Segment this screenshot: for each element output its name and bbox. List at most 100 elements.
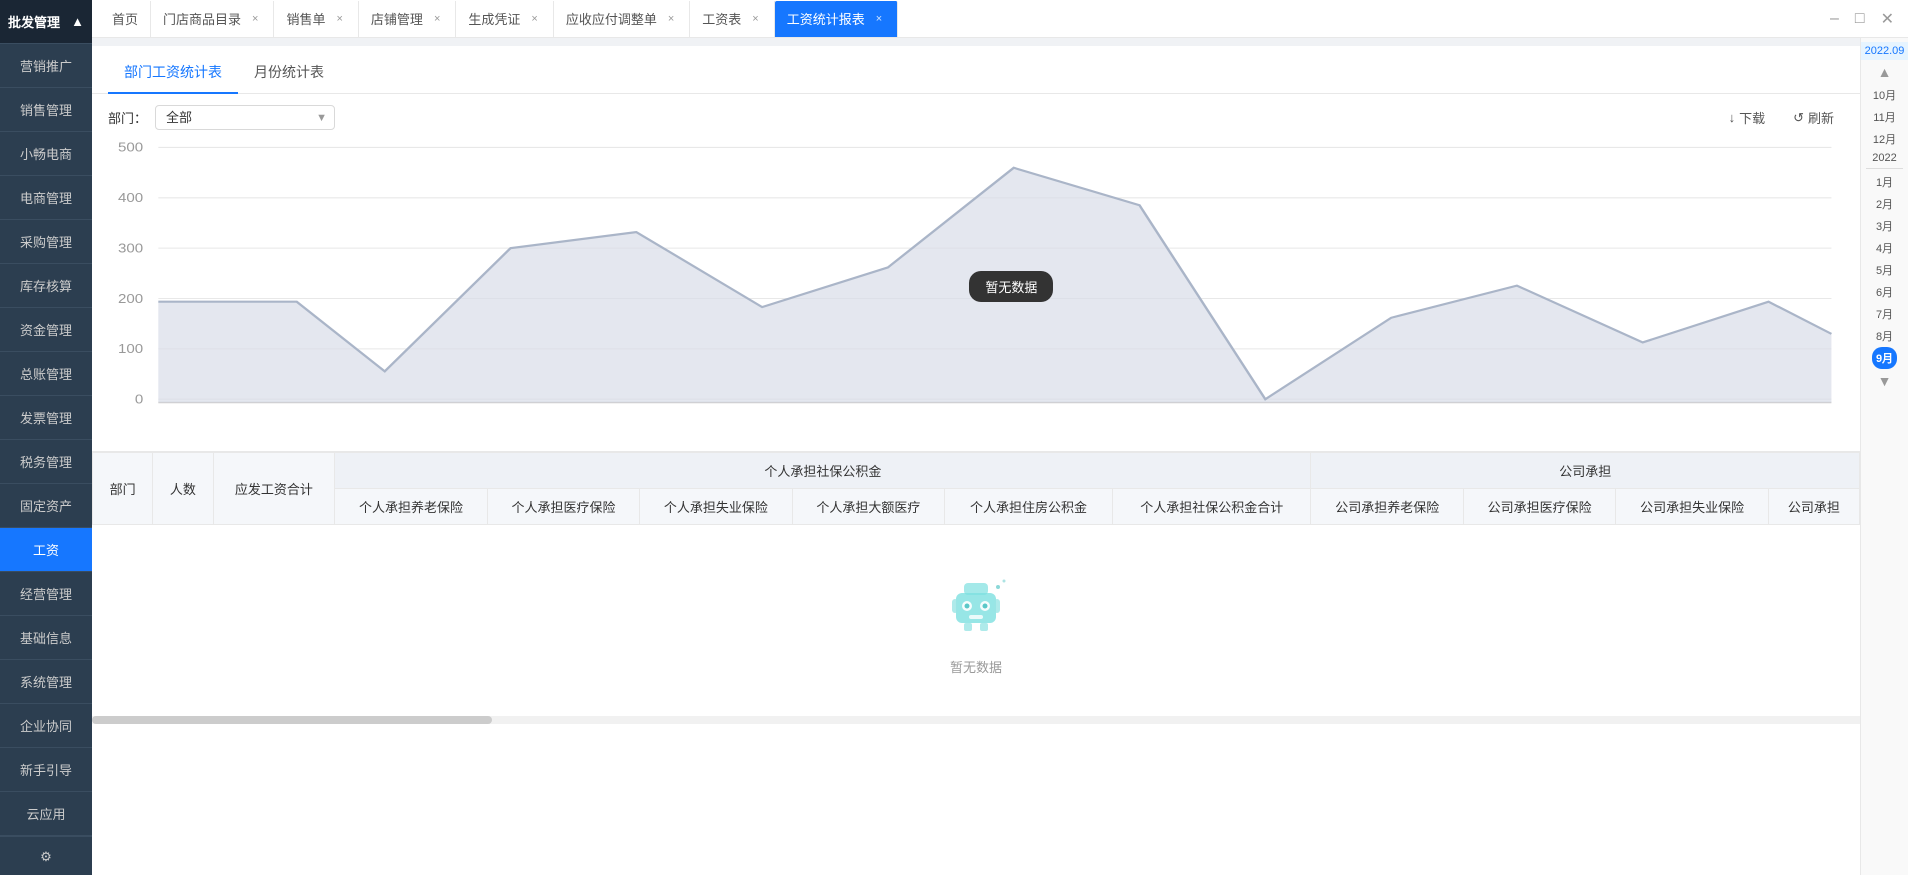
data-table: 部门 人数 应发工资合计 个人承担社保公积金 公司承担 个人承担养老保险 个人承… xyxy=(92,452,1860,716)
empty-state: 暂无数据 xyxy=(93,525,1860,716)
tab-工资表[interactable]: 工资表 × xyxy=(690,1,774,37)
th-personal-group: 个人承担社保公积金 xyxy=(335,453,1311,489)
th-personal-major-medical: 个人承担大额医疗 xyxy=(792,489,944,525)
sub-tab-部门工资统计表[interactable]: 部门工资统计表 xyxy=(108,56,238,94)
maximize-icon[interactable]: □ xyxy=(1849,8,1871,30)
tab-close-icon[interactable]: × xyxy=(873,12,885,26)
table-container[interactable]: 部门 人数 应发工资合计 个人承担社保公积金 公司承担 个人承担养老保险 个人承… xyxy=(92,451,1860,875)
tab-店铺管理[interactable]: 店铺管理 × xyxy=(359,1,456,37)
svg-text:100: 100 xyxy=(118,341,143,356)
sidebar-item-总账管理[interactable]: 总账管理 xyxy=(0,352,92,396)
tab-close-icon[interactable]: × xyxy=(333,12,345,26)
sidebar-header[interactable]: 批发管理 ▲ xyxy=(0,0,92,44)
page-content: 部门工资统计表月份统计表 部门： 全部 ▼ ↓ 下载 xyxy=(92,46,1860,875)
tab-label: 销售单 xyxy=(286,9,325,28)
sidebar-item-电商管理[interactable]: 电商管理 xyxy=(0,176,92,220)
scrollbar-thumb[interactable] xyxy=(92,716,492,724)
download-button[interactable]: ↓ 下载 xyxy=(1719,104,1776,131)
scrollbar-track[interactable] xyxy=(92,716,1860,724)
sidebar-item-发票管理[interactable]: 发票管理 xyxy=(0,396,92,440)
sidebar-item-工资[interactable]: 工资 xyxy=(0,528,92,572)
tab-close-icon[interactable]: × xyxy=(431,12,443,26)
sub-tabs: 部门工资统计表月份统计表 xyxy=(92,46,1860,94)
sidebar-item-经营管理[interactable]: 经营管理 xyxy=(0,572,92,616)
timeline-month-2023-5月[interactable]: 5月 xyxy=(1872,259,1897,281)
toolbar-actions: ↓ 下载 ↺ 刷新 xyxy=(1719,104,1844,131)
empty-text: 暂无数据 xyxy=(950,657,1002,676)
timeline-month-2022-10月[interactable]: 10月 xyxy=(1869,84,1900,106)
sidebar-item-系统管理[interactable]: 系统管理 xyxy=(0,660,92,704)
tab-close-icon[interactable]: × xyxy=(665,12,677,26)
tab-close-icon[interactable]: × xyxy=(249,12,261,26)
th-personal-pension: 个人承担养老保险 xyxy=(335,489,487,525)
sidebar-item-云应用[interactable]: 云应用 xyxy=(0,792,92,836)
timeline-month-2023-3月[interactable]: 3月 xyxy=(1872,215,1897,237)
sidebar-item-营销推广[interactable]: 营销推广 xyxy=(0,44,92,88)
tab-门店商品目录[interactable]: 门店商品目录 × xyxy=(151,1,274,37)
sidebar-item-采购管理[interactable]: 采购管理 xyxy=(0,220,92,264)
tab-label: 店铺管理 xyxy=(371,9,423,28)
dept-filter: 部门： 全部 ▼ xyxy=(108,105,335,130)
th-personal-housing: 个人承担住房公积金 xyxy=(945,489,1113,525)
th-company-unemployment: 公司承担失业保险 xyxy=(1616,489,1768,525)
tab-close-icon[interactable]: × xyxy=(749,12,761,26)
dept-select[interactable]: 全部 xyxy=(155,105,335,130)
timeline-month-2022-12月[interactable]: 12月 xyxy=(1869,128,1900,150)
sidebar-item-税务管理[interactable]: 税务管理 xyxy=(0,440,92,484)
timeline-month-2023-9月[interactable]: 9月 xyxy=(1872,347,1897,369)
sidebar-item-新手引导[interactable]: 新手引导 xyxy=(0,748,92,792)
tab-首页[interactable]: 首页 xyxy=(100,1,151,37)
sidebar-item-企业协同[interactable]: 企业协同 xyxy=(0,704,92,748)
sidebar-item-销售管理[interactable]: 销售管理 xyxy=(0,88,92,132)
refresh-label: 刷新 xyxy=(1808,108,1834,127)
sidebar-collapse-icon[interactable]: ▲ xyxy=(71,14,84,29)
timeline-up-arrow[interactable]: ▲ xyxy=(1874,60,1896,84)
timeline-down-arrow[interactable]: ▼ xyxy=(1874,369,1896,393)
tab-label: 工资统计报表 xyxy=(787,9,865,28)
tab-销售单[interactable]: 销售单 × xyxy=(274,1,358,37)
tab-window-controls: – □ ✕ xyxy=(1824,7,1900,31)
chart-container: 500 400 300 200 100 0 xyxy=(92,141,1860,451)
tab-应收应付调整单[interactable]: 应收应付调整单× xyxy=(554,1,690,37)
timeline-month-2023-4月[interactable]: 4月 xyxy=(1872,237,1897,259)
sidebar-title: 批发管理 xyxy=(8,12,60,31)
dept-label: 部门： xyxy=(108,108,147,127)
svg-text:400: 400 xyxy=(118,190,143,205)
th-wage-total: 应发工资合计 xyxy=(213,453,335,525)
th-dept: 部门 xyxy=(93,453,153,525)
minimize-icon[interactable]: – xyxy=(1824,8,1845,30)
area-chart: 500 400 300 200 100 0 xyxy=(108,141,1844,441)
timeline-month-2023-7月[interactable]: 7月 xyxy=(1872,303,1897,325)
sidebar-item-基础信息[interactable]: 基础信息 xyxy=(0,616,92,660)
close-window-icon[interactable]: ✕ xyxy=(1875,7,1900,31)
timeline-panel: 2022.09 ▲ 10月11月12月 2022 1月2月3月4月5月6月7月8… xyxy=(1860,38,1908,875)
timeline-month-2023-6月[interactable]: 6月 xyxy=(1872,281,1897,303)
tab-生成凭证[interactable]: 生成凭证× xyxy=(456,1,553,37)
main-area: 首页门店商品目录×销售单×店铺管理×生成凭证×应收应付调整单×工资表×工资统计报… xyxy=(92,0,1908,875)
gear-icon: ⚙ xyxy=(40,849,52,864)
tab-label: 工资表 xyxy=(702,9,741,28)
timeline-month-2023-8月[interactable]: 8月 xyxy=(1872,325,1897,347)
tab-label: 门店商品目录 xyxy=(163,9,241,28)
timeline-month-2023-2月[interactable]: 2月 xyxy=(1872,193,1897,215)
timeline-current-label[interactable]: 2022.09 xyxy=(1861,42,1908,60)
tabs-container: 首页门店商品目录×销售单×店铺管理×生成凭证×应收应付调整单×工资表×工资统计报… xyxy=(100,1,1824,37)
tab-close-icon[interactable]: × xyxy=(528,12,540,26)
th-count: 人数 xyxy=(153,453,213,525)
sidebar-item-资金管理[interactable]: 资金管理 xyxy=(0,308,92,352)
timeline-month-2022-11月[interactable]: 11月 xyxy=(1869,106,1900,128)
timeline-month-2023-1月[interactable]: 1月 xyxy=(1872,171,1897,193)
sidebar-item-固定资产[interactable]: 固定资产 xyxy=(0,484,92,528)
timeline-2022-months: 10月11月12月 xyxy=(1869,84,1900,150)
settings-item[interactable]: ⚙ xyxy=(0,836,92,875)
sidebar-item-小畅电商[interactable]: 小畅电商 xyxy=(0,132,92,176)
refresh-button[interactable]: ↺ 刷新 xyxy=(1783,104,1844,131)
tab-工资统计报表[interactable]: 工资统计报表 × xyxy=(775,1,898,37)
empty-icon xyxy=(936,565,1016,645)
svg-text:0: 0 xyxy=(135,392,144,407)
content-area: 部门工资统计表月份统计表 部门： 全部 ▼ ↓ 下载 xyxy=(92,38,1908,875)
download-icon: ↓ xyxy=(1729,110,1736,125)
sidebar-item-库存核算[interactable]: 库存核算 xyxy=(0,264,92,308)
sub-tab-月份统计表[interactable]: 月份统计表 xyxy=(238,56,340,94)
svg-text:300: 300 xyxy=(118,241,143,256)
